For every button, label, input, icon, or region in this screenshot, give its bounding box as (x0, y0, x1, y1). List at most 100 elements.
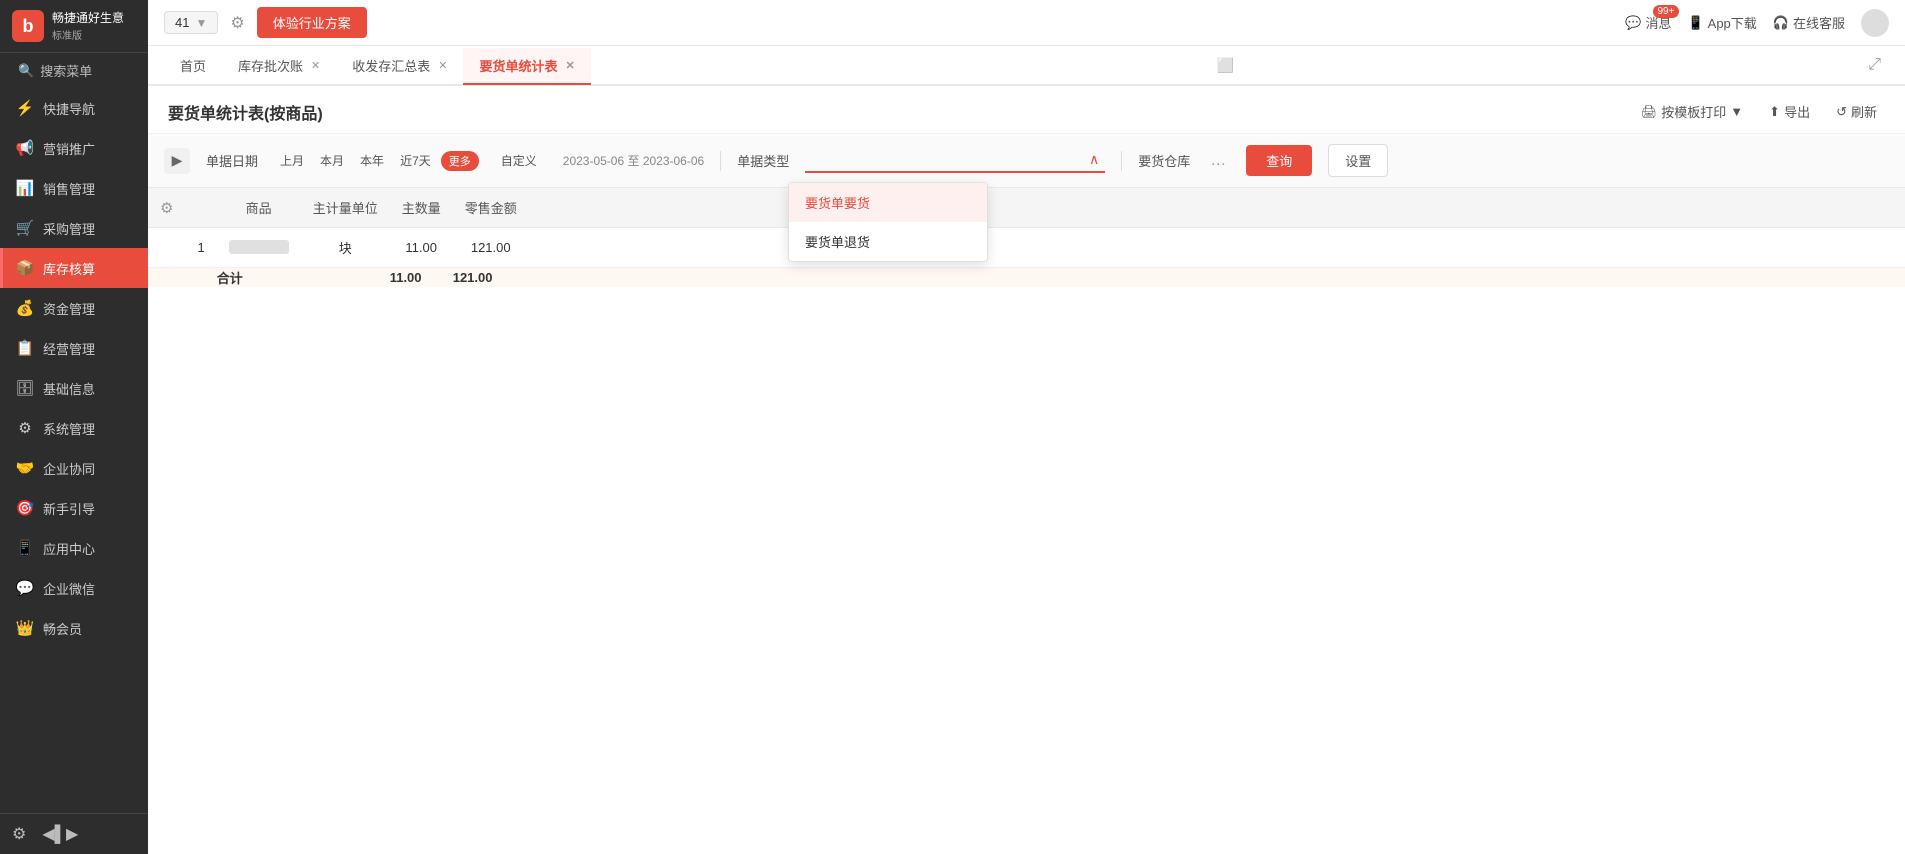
col-qty: 主数量 (390, 188, 453, 228)
app-logo-text: 畅捷通好生意 标准版 (52, 10, 124, 42)
footer-empty-1 (148, 268, 185, 288)
table-footer-row: 合计 11.00 121.00 (148, 268, 1905, 288)
sidebar-icon-purchase: 🛒 (15, 218, 35, 238)
sidebar-label-basic: 基础信息 (43, 379, 95, 398)
sidebar-label-enterprise: 企业协同 (43, 459, 95, 478)
sidebar-item-wechat[interactable]: 💬 企业微信 (0, 568, 148, 608)
date-last-month[interactable]: 上月 (274, 150, 310, 171)
filter-bar: ▶ 单据日期 上月 本月 本年 近7天 更多 自定义 2023-05-06 至 … (148, 134, 1905, 188)
trial-btn[interactable]: 体验行业方案 (257, 7, 367, 38)
topbar-left: 41 ▼ ⚙ 体验行业方案 (164, 7, 1625, 38)
sidebar-icon-guide: 🎯 (15, 498, 35, 518)
type-input[interactable]: ∧ (805, 148, 1105, 173)
sidebar-item-member[interactable]: 👑 畅会员 (0, 608, 148, 648)
date-range-display: 2023-05-06 至 2023-06-06 (563, 152, 704, 169)
sidebar-icon-wechat: 💬 (15, 578, 35, 598)
num-dropdown-arrow[interactable]: ▼ (195, 16, 207, 30)
tab-close-icon[interactable]: ✕ (566, 59, 575, 72)
footer-qty: 11.00 (390, 268, 453, 288)
dropdown-item-要货单退货[interactable]: 要货单退货 (789, 222, 987, 261)
print-icon: 🖨 (1641, 104, 1658, 120)
sidebar-icon-member: 👑 (15, 618, 35, 638)
tab-label: 首页 (180, 56, 206, 75)
tab-要货单统计表[interactable]: 要货单统计表✕ (463, 48, 590, 85)
export-btn[interactable]: ⬆ 导出 (1761, 98, 1818, 125)
filter-divider-1 (720, 151, 721, 171)
col-gear[interactable]: ⚙ (148, 188, 185, 228)
num-display[interactable]: 41 ▼ (164, 11, 218, 34)
filter-toggle-btn[interactable]: ▶ (164, 148, 190, 174)
sidebar-label-operation: 经营管理 (43, 339, 95, 358)
sidebar-label-marketing: 营销推广 (43, 139, 95, 158)
msg-btn[interactable]: 💬 消息 99+ (1625, 13, 1671, 32)
date-7days[interactable]: 近7天 (394, 150, 437, 171)
app-download-btn[interactable]: 📱 App下载 (1687, 13, 1756, 32)
dropdown-item-要货单要货[interactable]: 要货单要货 (789, 183, 987, 222)
sidebar-item-guide[interactable]: 🎯 新手引导 (0, 488, 148, 528)
sidebar-label-member: 畅会员 (43, 619, 82, 638)
col-amount: 零售金额 (453, 188, 529, 228)
tab-close-icon[interactable]: ✕ (438, 59, 447, 72)
tabbar: 首页库存批次账✕收发存汇总表✕要货单统计表✕⬜ ⤢ (148, 46, 1905, 86)
sidebar-label-appstore: 应用中心 (43, 539, 95, 558)
sidebar-icon-quick-nav: ⚡ (15, 98, 35, 118)
app-icon: 📱 (1687, 15, 1703, 31)
date-label: 单据日期 (206, 151, 258, 170)
print-expand-icon[interactable]: ▼ (1730, 104, 1743, 119)
date-this-month[interactable]: 本月 (314, 150, 350, 171)
sidebar-item-marketing[interactable]: 📢 营销推广 (0, 128, 148, 168)
collapse-footer-icon[interactable]: ◀▌▶ (42, 824, 78, 844)
sidebar-item-inventory[interactable]: 📦 库存核算 (0, 248, 148, 288)
sidebar-item-operation[interactable]: 📋 经营管理 (0, 328, 148, 368)
sidebar-item-system[interactable]: ⚙ 系统管理 (0, 408, 148, 448)
print-btn[interactable]: 🖨 按模板打印 ▼ (1633, 98, 1751, 125)
sidebar-item-appstore[interactable]: 📱 应用中心 (0, 528, 148, 568)
tab-label: 库存批次账 (238, 56, 303, 75)
search-icon: 🔍 (18, 63, 34, 79)
sidebar-search[interactable]: 🔍 搜索菜单 (0, 53, 148, 88)
sidebar-label-guide: 新手引导 (43, 499, 95, 518)
tab-close-icon[interactable]: ✕ (311, 59, 320, 72)
sidebar-label-purchase: 采购管理 (43, 219, 95, 238)
sidebar-item-enterprise[interactable]: 🤝 企业协同 (0, 448, 148, 488)
tab-首页[interactable]: 首页 (164, 48, 222, 85)
sidebar-label-inventory: 库存核算 (43, 259, 95, 278)
sidebar-item-purchase[interactable]: 🛒 采购管理 (0, 208, 148, 248)
tab-收发存汇总表[interactable]: 收发存汇总表 ✕ (336, 48, 463, 85)
filter-divider-2 (1121, 151, 1122, 171)
sidebar-nav: ⚡ 快捷导航 📢 营销推广 📊 销售管理 🛒 采购管理 📦 库存核算 💰 资金管… (0, 88, 148, 813)
sidebar-item-quick-nav[interactable]: ⚡ 快捷导航 (0, 88, 148, 128)
settings-btn[interactable]: 设置 (1328, 144, 1388, 177)
sidebar-icon-system: ⚙ (15, 418, 35, 438)
query-btn[interactable]: 查询 (1246, 145, 1312, 176)
sidebar-item-sales[interactable]: 📊 销售管理 (0, 168, 148, 208)
tab-fullscreen-icon[interactable]: ⤢ (1860, 56, 1889, 74)
tab-expand-icon[interactable]: ⬜ (1209, 57, 1242, 74)
sidebar-icon-appstore: 📱 (15, 538, 35, 558)
service-icon: 🎧 (1773, 15, 1789, 31)
date-this-year[interactable]: 本年 (354, 150, 390, 171)
sidebar-item-basic[interactable]: 🗄 基础信息 (0, 368, 148, 408)
type-arrow-icon[interactable]: ∧ (1089, 151, 1099, 168)
sidebar-icon-enterprise: 🤝 (15, 458, 35, 478)
topbar-gear-icon[interactable]: ⚙ (226, 9, 248, 37)
sidebar-label-system: 系统管理 (43, 419, 95, 438)
sidebar-label-sales: 销售管理 (43, 179, 95, 198)
topbar: 41 ▼ ⚙ 体验行业方案 💬 消息 99+ 📱 App下载 🎧 在线客服 (148, 0, 1905, 46)
col-unit: 主计量单位 (301, 188, 390, 228)
row-goods (217, 228, 301, 268)
sidebar-item-finance[interactable]: 💰 资金管理 (0, 288, 148, 328)
user-avatar[interactable] (1861, 9, 1889, 37)
refresh-btn[interactable]: ↺ 刷新 (1828, 98, 1885, 125)
warehouse-dots-icon[interactable]: … (1210, 152, 1226, 170)
row-unit: 块 (301, 228, 390, 268)
sidebar-icon-marketing: 📢 (15, 138, 35, 158)
date-more[interactable]: 更多 (441, 151, 479, 171)
date-custom-btn[interactable]: 自定义 (495, 150, 543, 171)
tab-库存批次账[interactable]: 库存批次账 ✕ (222, 48, 336, 85)
footer-extra (529, 268, 1905, 288)
settings-footer-icon[interactable]: ⚙ (12, 824, 26, 844)
sidebar-label-wechat: 企业微信 (43, 579, 95, 598)
tab-label: 收发存汇总表 (352, 56, 430, 75)
service-btn[interactable]: 🎧 在线客服 (1773, 13, 1845, 32)
